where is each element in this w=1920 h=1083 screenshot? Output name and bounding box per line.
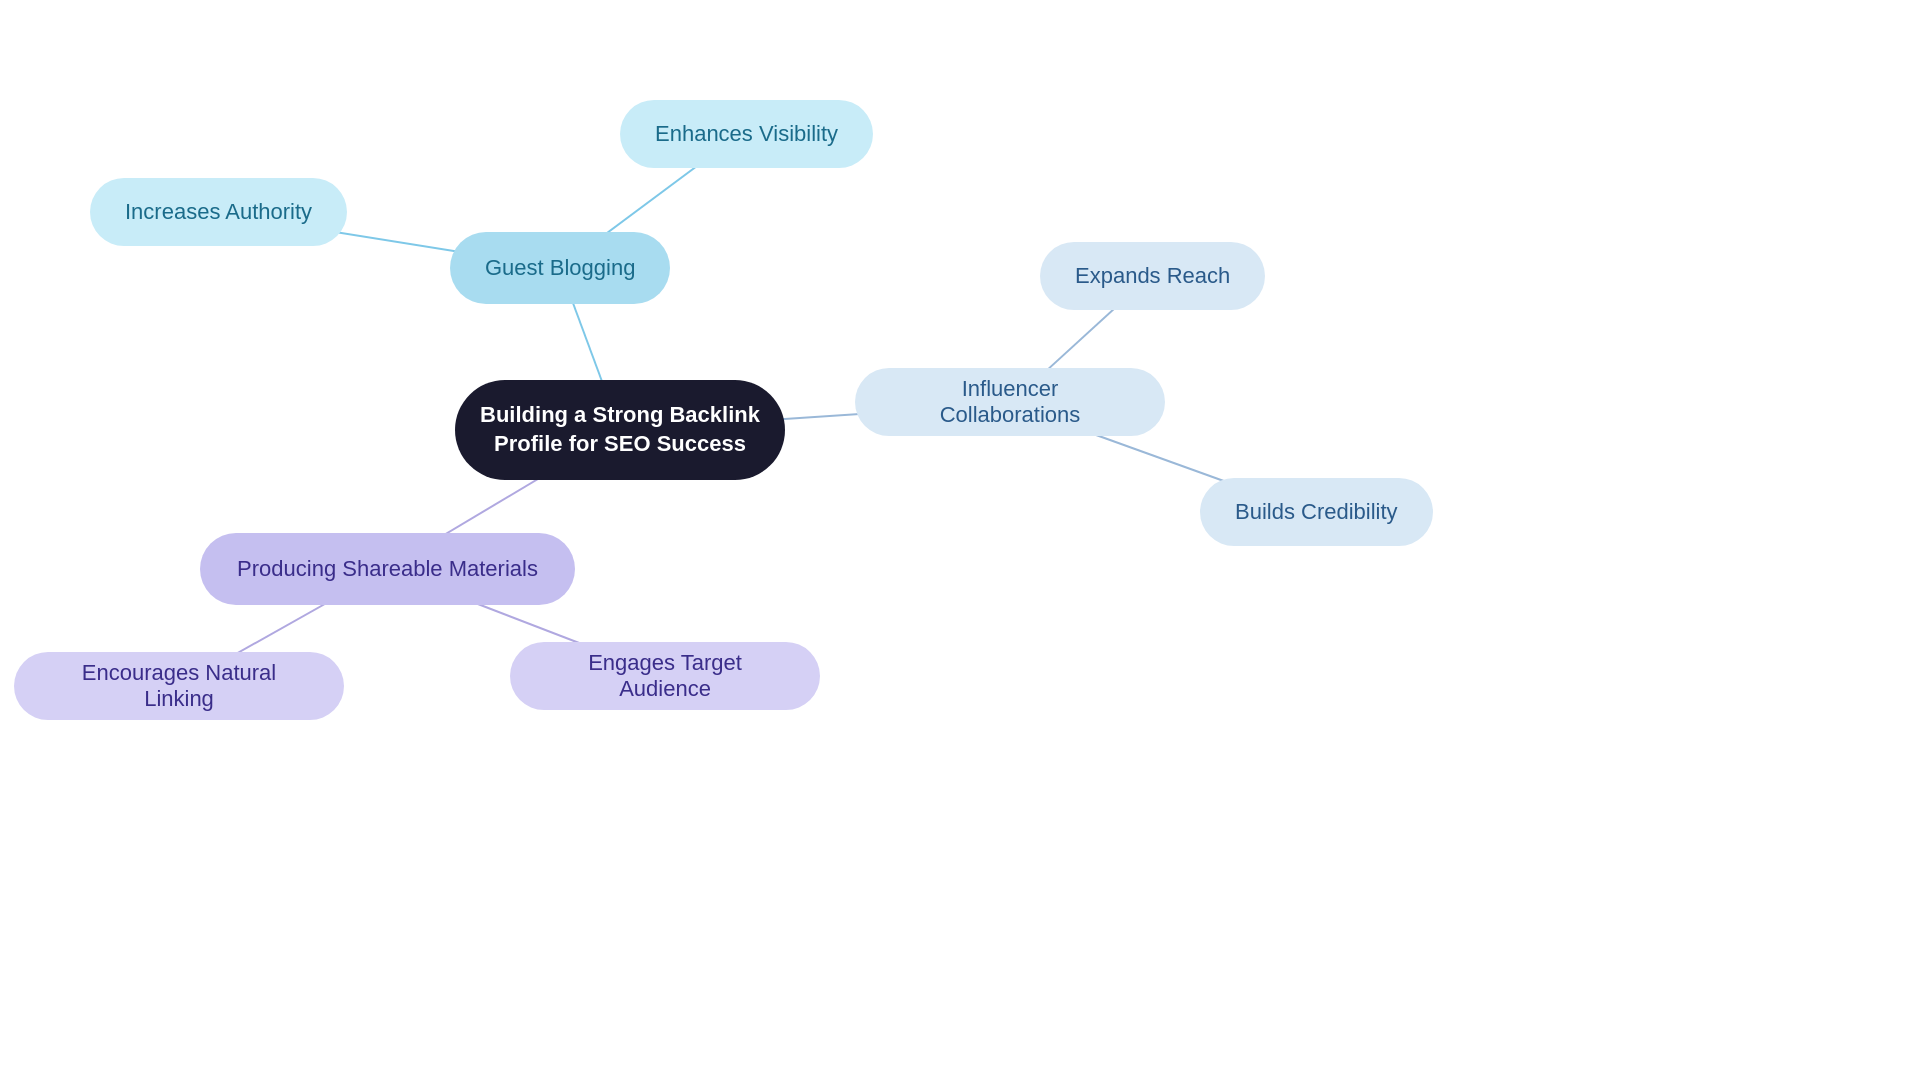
enhances-visibility-label: Enhances Visibility bbox=[655, 121, 838, 147]
enhances-visibility-node: Enhances Visibility bbox=[620, 100, 873, 168]
encourages-linking-label: Encourages Natural Linking bbox=[49, 660, 309, 712]
producing-shareable-node: Producing Shareable Materials bbox=[200, 533, 575, 605]
center-label: Building a Strong Backlink Profile for S… bbox=[475, 401, 765, 458]
increases-authority-label: Increases Authority bbox=[125, 199, 312, 225]
encourages-linking-node: Encourages Natural Linking bbox=[14, 652, 344, 720]
expands-reach-label: Expands Reach bbox=[1075, 263, 1230, 289]
engages-audience-label: Engages Target Audience bbox=[545, 650, 785, 702]
expands-reach-node: Expands Reach bbox=[1040, 242, 1265, 310]
guest-blogging-label: Guest Blogging bbox=[485, 255, 635, 281]
center-node: Building a Strong Backlink Profile for S… bbox=[455, 380, 785, 480]
builds-credibility-node: Builds Credibility bbox=[1200, 478, 1433, 546]
guest-blogging-node: Guest Blogging bbox=[450, 232, 670, 304]
influencer-collaborations-node: Influencer Collaborations bbox=[855, 368, 1165, 436]
producing-shareable-label: Producing Shareable Materials bbox=[237, 556, 538, 582]
influencer-collaborations-label: Influencer Collaborations bbox=[890, 376, 1130, 428]
engages-audience-node: Engages Target Audience bbox=[510, 642, 820, 710]
builds-credibility-label: Builds Credibility bbox=[1235, 499, 1398, 525]
increases-authority-node: Increases Authority bbox=[90, 178, 347, 246]
